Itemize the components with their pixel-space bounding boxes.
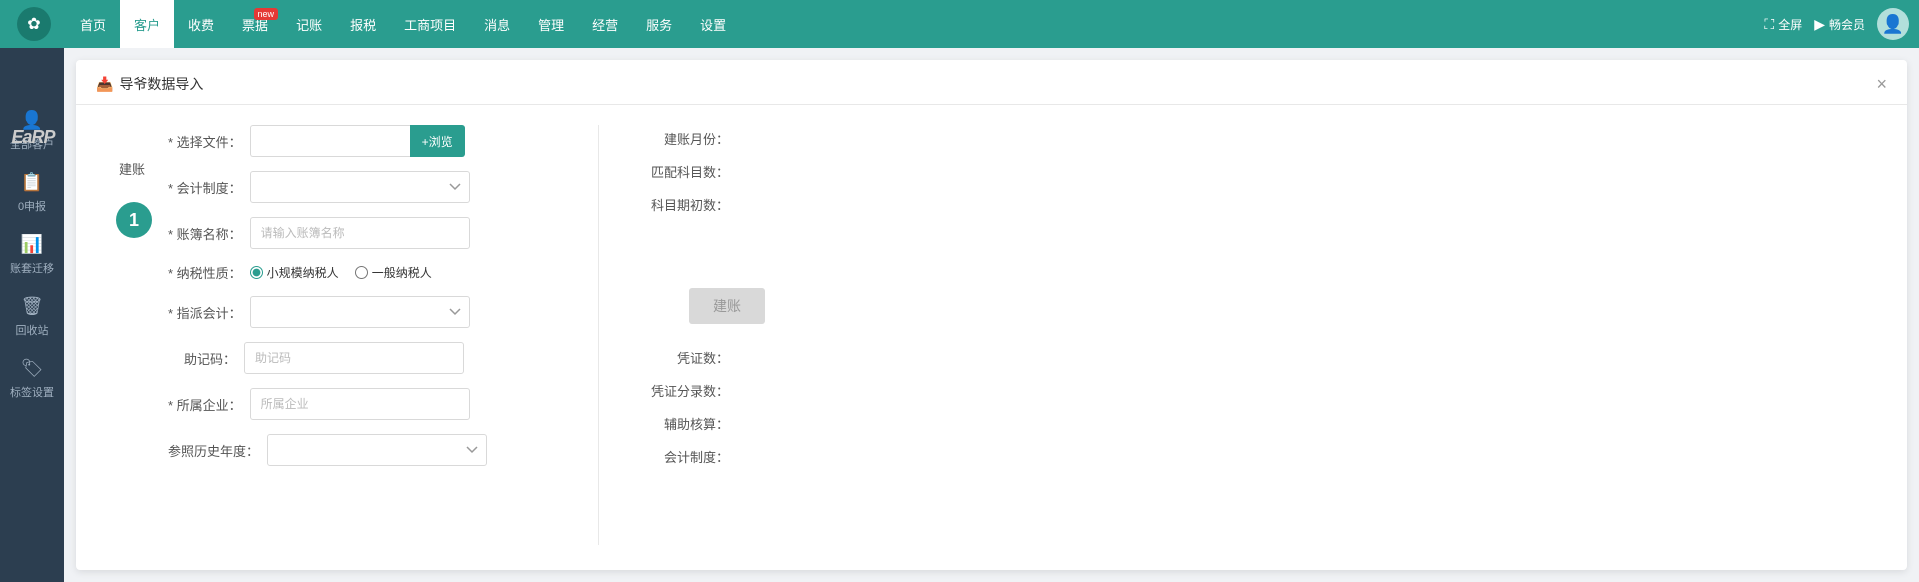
- accountant-row: * 指派会计：: [168, 296, 548, 328]
- memo-code-input[interactable]: [244, 342, 464, 374]
- vip-button[interactable]: ▶ 畅会员: [1814, 16, 1865, 33]
- vouchers-label: 凭证数：: [649, 348, 729, 367]
- logo-icon: ✿: [17, 7, 51, 41]
- build-month-label: 建账月份：: [649, 129, 729, 148]
- accountant-label: * 指派会计：: [168, 303, 242, 322]
- divider: [598, 125, 599, 545]
- memo-code-label: 助记码：: [168, 349, 236, 368]
- nav-item-home[interactable]: 首页: [66, 0, 120, 48]
- migration-icon: 📊: [20, 232, 44, 256]
- small-taxpayer-option[interactable]: 小规模纳税人: [250, 264, 339, 281]
- company-row: * 所属企业：: [168, 388, 548, 420]
- general-taxpayer-radio[interactable]: [355, 266, 368, 279]
- build-month-row: 建账月份：: [649, 129, 949, 148]
- browse-button[interactable]: +浏览: [410, 125, 465, 157]
- avatar[interactable]: 👤: [1877, 8, 1909, 40]
- nav-item-bookkeeping[interactable]: 记账: [282, 0, 336, 48]
- vip-icon: ▶: [1814, 16, 1825, 33]
- history-year-select[interactable]: [267, 434, 487, 466]
- dialog-header: 📥 导爷数据导入 ×: [76, 60, 1907, 105]
- recycle-icon: 🗑: [20, 294, 44, 318]
- nav-item-manage[interactable]: 管理: [524, 0, 578, 48]
- sidebar-item-recycle[interactable]: 🗑 回收站: [0, 286, 64, 346]
- close-button[interactable]: ×: [1876, 75, 1887, 93]
- nav-item-tickets[interactable]: 票据 new: [228, 0, 282, 48]
- tax-type-row: * 纳税性质： 小规模纳税人 一般纳税人: [168, 263, 548, 282]
- ledger-name-row: * 账簿名称：: [168, 217, 548, 249]
- file-select-row: * 选择文件： +浏览: [168, 125, 548, 157]
- nav-item-settings[interactable]: 设置: [686, 0, 740, 48]
- general-taxpayer-option[interactable]: 一般纳税人: [355, 264, 432, 281]
- earp-logo: EaRP: [2, 110, 64, 164]
- memo-code-row: 助记码：: [168, 342, 548, 374]
- new-badge: new: [254, 8, 279, 20]
- file-input[interactable]: [250, 125, 410, 157]
- history-year-label: 参照历史年度：: [168, 441, 259, 460]
- nav-item-clients[interactable]: 客户: [120, 0, 174, 48]
- form-fields: * 选择文件： +浏览 * 会计制度：: [168, 125, 548, 466]
- accountant-select[interactable]: [250, 296, 470, 328]
- ledger-name-label: * 账簿名称：: [168, 224, 242, 243]
- history-year-row: 参照历史年度：: [168, 434, 548, 466]
- sidebar-item-zero-declaration[interactable]: 📋 0申报: [0, 162, 64, 222]
- form-right: 建账月份： 匹配科目数： 科目期初数： 建账 凭证: [649, 125, 949, 545]
- dialog-title-icon: 📥: [96, 76, 113, 93]
- nav-right: ⛶ 全屏 ▶ 畅会员 👤: [1764, 8, 1909, 40]
- vouchers-row: 凭证数：: [649, 348, 949, 367]
- right-accounting-system-label: 会计制度：: [649, 447, 729, 466]
- build-account-button[interactable]: 建账: [689, 288, 765, 324]
- content-area: 📥 导爷数据导入 × 建账 1 * 选择文件：: [64, 48, 1919, 582]
- voucher-entries-row: 凭证分录数：: [649, 381, 949, 400]
- nav-item-services[interactable]: 服务: [632, 0, 686, 48]
- step-badge: 1: [116, 202, 152, 238]
- match-subjects-row: 匹配科目数：: [649, 162, 949, 181]
- match-subjects-label: 匹配科目数：: [649, 162, 729, 181]
- sidebar-item-tag-settings[interactable]: 🏷 标签设置: [0, 348, 64, 408]
- nav-item-operations[interactable]: 经营: [578, 0, 632, 48]
- aux-accounting-label: 辅助核算：: [649, 414, 729, 433]
- nav-items: 首页 客户 收费 票据 new 记账 报税 工商项目 消息 管理 经营 服务 设…: [66, 0, 1764, 48]
- avatar-icon: 👤: [1882, 14, 1904, 35]
- aux-accounting-row: 辅助核算：: [649, 414, 949, 433]
- declaration-icon: 📋: [20, 170, 44, 194]
- step-label: 建账: [119, 159, 145, 178]
- tax-type-radio-group: 小规模纳税人 一般纳税人: [250, 264, 432, 281]
- sidebar: EaRP 👤 全部客户 📋 0申报 📊 账套迁移 🗑 回收站 🏷 标签设置: [0, 48, 64, 582]
- company-label: * 所属企业：: [168, 395, 242, 414]
- file-select-label: * 选择文件：: [168, 132, 242, 151]
- form-left: 建账 1 * 选择文件： +浏览: [116, 125, 548, 545]
- build-btn-spacer: 建账: [649, 268, 949, 324]
- nav-item-business[interactable]: 工商项目: [390, 0, 470, 48]
- small-taxpayer-radio[interactable]: [250, 266, 263, 279]
- fullscreen-icon: ⛶: [1764, 16, 1774, 33]
- tag-icon: 🏷: [20, 356, 44, 380]
- nav-item-tax[interactable]: 报税: [336, 0, 390, 48]
- period-initial-row: 科目期初数：: [649, 195, 949, 214]
- logo[interactable]: ✿: [10, 0, 58, 48]
- form-content: 建账 1 * 选择文件： +浏览: [76, 105, 1907, 565]
- dialog-title: 📥 导爷数据导入: [96, 74, 203, 94]
- company-input[interactable]: [250, 388, 470, 420]
- accounting-system-label: * 会计制度：: [168, 178, 242, 197]
- top-nav: ✿ 首页 客户 收费 票据 new 记账 报税 工商项目 消息 管理 经营 服务…: [0, 0, 1919, 48]
- fullscreen-button[interactable]: ⛶ 全屏: [1764, 16, 1802, 33]
- main-layout: EaRP 👤 全部客户 📋 0申报 📊 账套迁移 🗑 回收站 🏷 标签设置: [0, 48, 1919, 582]
- tax-type-label: * 纳税性质：: [168, 263, 242, 282]
- file-input-wrap: +浏览: [250, 125, 465, 157]
- sidebar-item-account-migration[interactable]: 📊 账套迁移: [0, 224, 64, 284]
- ledger-name-input[interactable]: [250, 217, 470, 249]
- accounting-system-select[interactable]: [250, 171, 470, 203]
- voucher-entries-label: 凭证分录数：: [649, 381, 729, 400]
- right-accounting-system-row: 会计制度：: [649, 447, 949, 466]
- dialog-panel: 📥 导爷数据导入 × 建账 1 * 选择文件：: [76, 60, 1907, 570]
- nav-item-messages[interactable]: 消息: [470, 0, 524, 48]
- nav-item-fees[interactable]: 收费: [174, 0, 228, 48]
- period-initial-label: 科目期初数：: [649, 195, 729, 214]
- accounting-system-row: * 会计制度：: [168, 171, 548, 203]
